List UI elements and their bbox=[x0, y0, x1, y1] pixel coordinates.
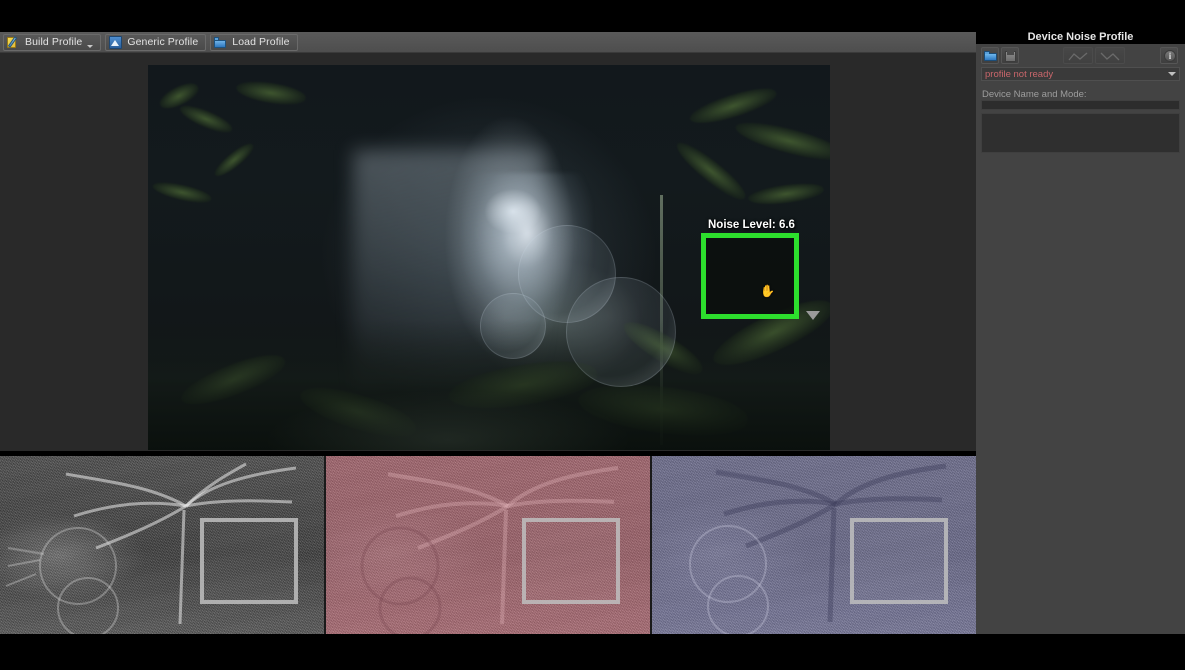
red-chroma-channel-preview[interactable] bbox=[326, 456, 650, 634]
curve-icon bbox=[1068, 52, 1088, 61]
channel-selection-box[interactable] bbox=[200, 518, 298, 604]
info-icon: i bbox=[1164, 50, 1176, 62]
lens-flare-bokeh bbox=[480, 293, 546, 359]
folder-icon bbox=[214, 36, 227, 49]
hand-cursor-icon: ✋ bbox=[760, 284, 775, 298]
luminance-channel-preview[interactable] bbox=[0, 456, 324, 634]
image-canvas-area[interactable]: Noise Level: 6.6 ✋ bbox=[0, 53, 976, 451]
profile-status-dropdown[interactable]: profile not ready bbox=[981, 67, 1180, 81]
device-noise-profile-panel: Device Noise Profile i profile not ready… bbox=[976, 31, 1185, 634]
channel-selection-box[interactable] bbox=[522, 518, 620, 604]
letterbox-top bbox=[0, 0, 1185, 32]
tab-build-profile-label: Build Profile bbox=[25, 36, 83, 48]
curve-view-2-button[interactable] bbox=[1095, 47, 1125, 64]
tab-load-profile-label: Load Profile bbox=[232, 36, 290, 48]
device-name-label: Device Name and Mode: bbox=[982, 89, 1087, 100]
tab-build-profile[interactable]: Build Profile bbox=[3, 33, 102, 51]
noise-sample-selection-box[interactable] bbox=[701, 233, 799, 319]
chevron-down-icon[interactable] bbox=[1168, 72, 1176, 76]
panel-title: Device Noise Profile bbox=[976, 31, 1185, 44]
device-notes-area[interactable] bbox=[981, 113, 1180, 153]
panel-toolbar: i bbox=[981, 46, 1180, 65]
blue-chroma-channel-preview[interactable] bbox=[652, 456, 976, 634]
curve-icon bbox=[1100, 52, 1120, 61]
chevron-down-icon[interactable] bbox=[87, 44, 94, 48]
tab-generic-profile[interactable]: Generic Profile bbox=[105, 33, 207, 51]
tab-load-profile[interactable]: Load Profile bbox=[210, 33, 298, 51]
peak-curve-icon bbox=[109, 35, 123, 49]
info-button[interactable]: i bbox=[1160, 47, 1178, 64]
profile-tab-bar: Build Profile Generic Profile Load Profi… bbox=[0, 32, 976, 53]
device-name-input[interactable] bbox=[981, 100, 1180, 110]
noise-channel-previews bbox=[0, 456, 976, 634]
channel-selection-box[interactable] bbox=[850, 518, 948, 604]
letterbox-bottom bbox=[0, 634, 1185, 670]
tab-generic-profile-label: Generic Profile bbox=[127, 36, 199, 48]
open-profile-button[interactable] bbox=[981, 47, 999, 64]
lens-flare-bokeh bbox=[566, 277, 676, 387]
save-profile-button[interactable] bbox=[1001, 47, 1019, 64]
pencil-document-icon bbox=[7, 36, 20, 49]
triangle-down-handle-icon[interactable] bbox=[806, 311, 820, 320]
profile-status-text: profile not ready bbox=[985, 68, 1054, 80]
noise-level-label: Noise Level: 6.6 bbox=[708, 219, 795, 231]
application-window: Build Profile Generic Profile Load Profi… bbox=[0, 0, 1185, 670]
curve-view-1-button[interactable] bbox=[1063, 47, 1093, 64]
